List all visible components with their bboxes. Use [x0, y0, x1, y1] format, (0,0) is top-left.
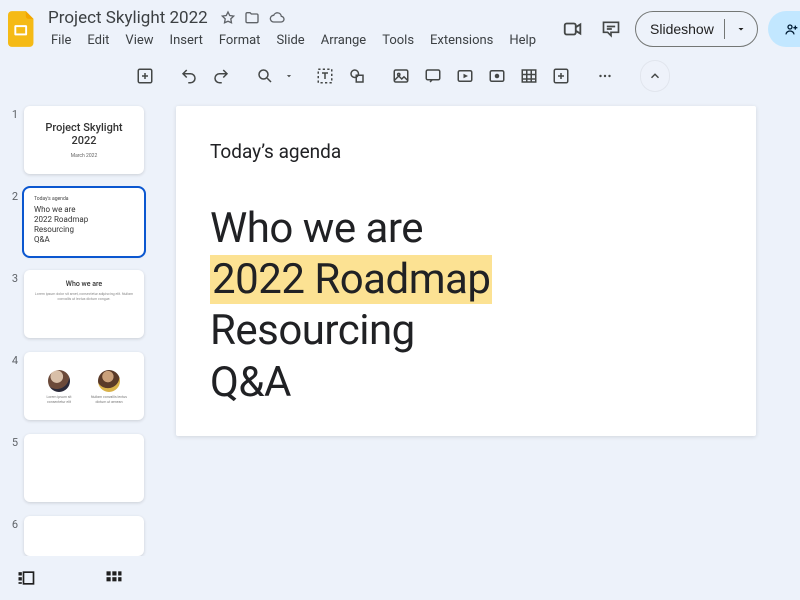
menu-arrange[interactable]: Arrange: [314, 30, 373, 51]
thumb-number: 5: [4, 434, 18, 449]
menu-help[interactable]: Help: [502, 30, 543, 51]
work-area: 1 Project Skylight2022March 2022 2 Today's …: [0, 100, 800, 556]
star-icon[interactable]: [220, 10, 236, 26]
document-title[interactable]: Project Skylight 2022: [44, 7, 212, 29]
meet-icon[interactable]: [559, 15, 587, 43]
agenda-item[interactable]: Q&A: [210, 357, 722, 408]
collapse-toolbar-icon[interactable]: [640, 61, 670, 91]
menu-format[interactable]: Format: [212, 30, 268, 51]
slideshow-label: Slideshow: [650, 21, 714, 37]
slideshow-button[interactable]: Slideshow: [635, 11, 758, 47]
titlebar: Project Skylight 2022 FileEditViewInsert…: [0, 0, 800, 52]
slide-thumbnail[interactable]: Who we areLorem ipsum dolor sit amet, co…: [24, 270, 144, 338]
zoom-dropdown-icon[interactable]: [282, 61, 296, 91]
chevron-down-icon[interactable]: [729, 23, 753, 35]
image-icon[interactable]: [386, 61, 416, 91]
header-actions: Slideshow Share: [559, 11, 800, 47]
slides-logo-icon[interactable]: [8, 9, 36, 49]
slide-thumbnail[interactable]: Lorem ipsum sit consectetur elitNullam c…: [24, 352, 144, 420]
thumb-number: 6: [4, 516, 18, 531]
comment-insert-icon[interactable]: [418, 61, 448, 91]
shape-icon[interactable]: [342, 61, 372, 91]
zoom-icon[interactable]: [250, 61, 280, 91]
toolbar-wrap: [0, 52, 800, 104]
undo-icon[interactable]: [174, 61, 204, 91]
table-icon[interactable]: [514, 61, 544, 91]
agenda-item[interactable]: 2022 Roadmap: [210, 254, 722, 305]
filmstrip[interactable]: 1 Project Skylight2022March 2022 2 Today's …: [0, 100, 170, 556]
cloud-status-icon[interactable]: [268, 10, 286, 26]
title-column: Project Skylight 2022 FileEditViewInsert…: [44, 7, 543, 51]
grid-view-icon[interactable]: [100, 564, 128, 592]
agenda-item[interactable]: Who we are: [210, 203, 722, 254]
filmstrip-view-icon[interactable]: [12, 564, 40, 592]
menubar: FileEditViewInsertFormatSlideArrangeTool…: [44, 30, 543, 51]
thumb-number: 2: [4, 188, 18, 203]
slide-thumbnail[interactable]: [24, 434, 144, 502]
share-icon: [784, 21, 800, 37]
canvas-area[interactable]: Today’s agenda Who we are2022 RoadmapRes…: [170, 100, 800, 556]
slide-thumbnail[interactable]: Today's agendaWho we are2022 RoadmapReso…: [24, 188, 144, 256]
slide-thumbnail[interactable]: Project Skylight2022March 2022: [24, 106, 144, 174]
toolbar: [124, 58, 676, 94]
slide-heading[interactable]: Today’s agenda: [210, 140, 722, 163]
record-icon[interactable]: [482, 61, 512, 91]
slide-body[interactable]: Who we are2022 RoadmapResourcingQ&A: [210, 203, 722, 408]
menu-slide[interactable]: Slide: [269, 30, 311, 51]
slide-canvas[interactable]: Today’s agenda Who we are2022 RoadmapRes…: [176, 106, 756, 436]
video-icon[interactable]: [450, 61, 480, 91]
menu-edit[interactable]: Edit: [80, 30, 116, 51]
thumb-number: 1: [4, 106, 18, 121]
more-icon[interactable]: [590, 61, 620, 91]
thumb-number: 3: [4, 270, 18, 285]
menu-file[interactable]: File: [44, 30, 78, 51]
add-box-icon[interactable]: [546, 61, 576, 91]
redo-icon[interactable]: [206, 61, 236, 91]
menu-insert[interactable]: Insert: [163, 30, 210, 51]
thumb-number: 4: [4, 352, 18, 367]
share-button[interactable]: Share: [768, 11, 800, 47]
menu-tools[interactable]: Tools: [375, 30, 421, 51]
menu-extensions[interactable]: Extensions: [423, 30, 500, 51]
agenda-item[interactable]: Resourcing: [210, 305, 722, 356]
slide-thumbnail[interactable]: [24, 516, 144, 556]
bottombar: [0, 556, 140, 600]
comments-icon[interactable]: [597, 15, 625, 43]
new-slide-icon[interactable]: [130, 61, 160, 91]
textbox-icon[interactable]: [310, 61, 340, 91]
menu-view[interactable]: View: [118, 30, 160, 51]
move-folder-icon[interactable]: [244, 10, 260, 26]
